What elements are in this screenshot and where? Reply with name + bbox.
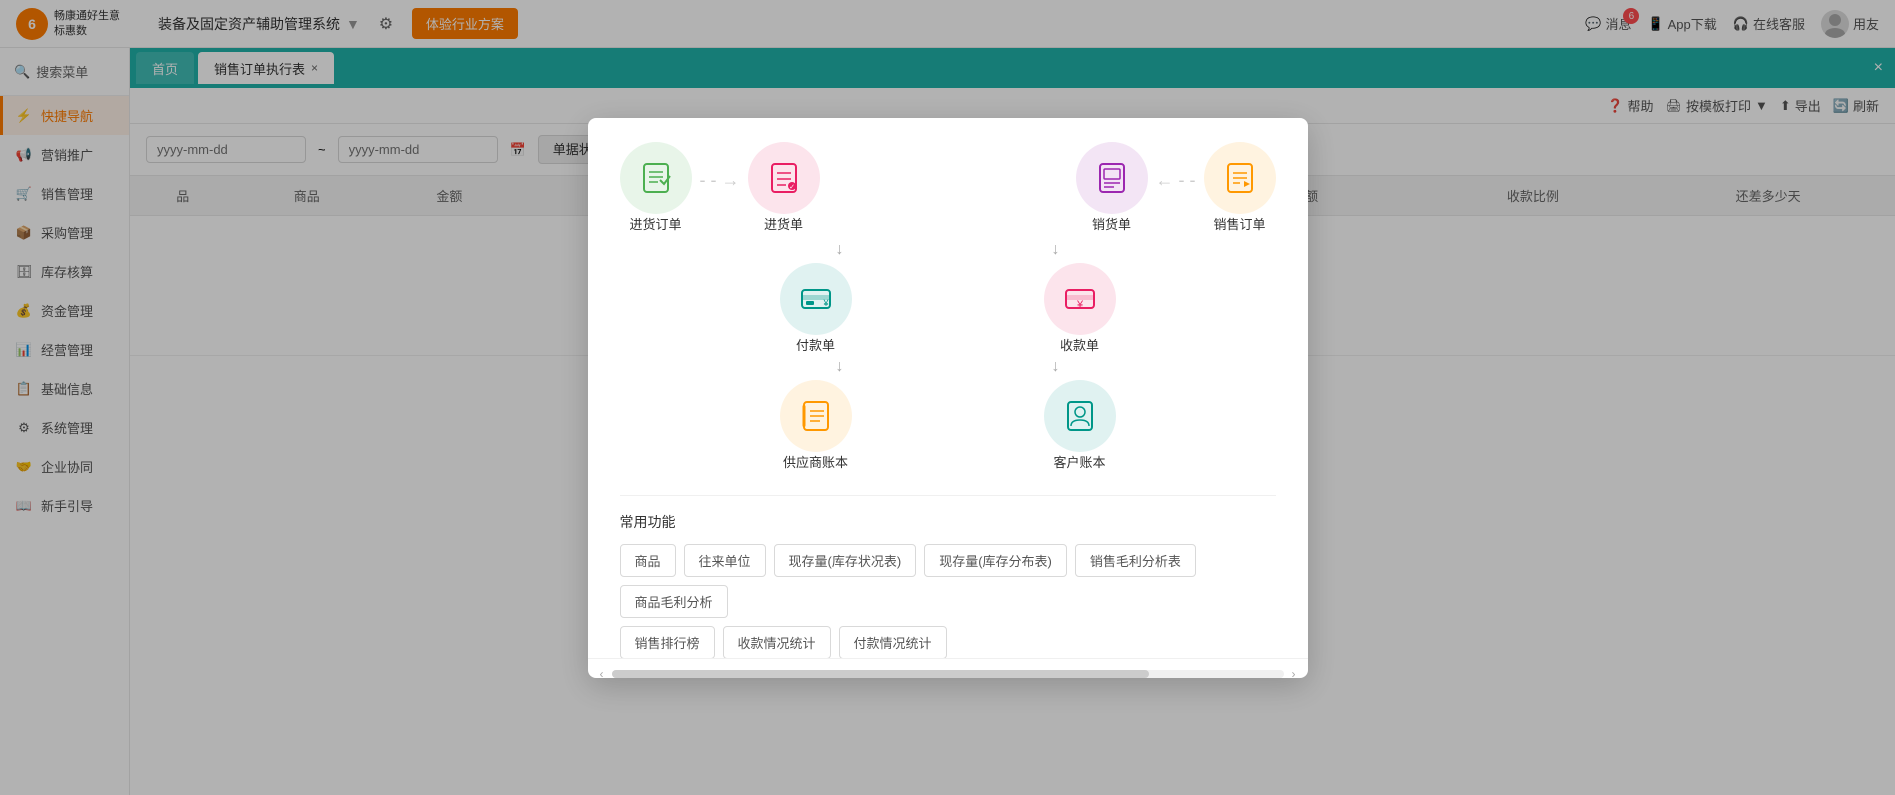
scroll-left-arrow[interactable]: ‹ (600, 667, 604, 678)
supplier-ledger-circle (780, 380, 852, 452)
btn-sales-ranking[interactable]: 销售排行榜 (620, 626, 715, 658)
flow-col-payment: ¥ 付款单 (780, 263, 852, 354)
scroll-track (612, 670, 1284, 678)
flow-col-receipt: ¥ 收款单 (1044, 263, 1116, 354)
arrow-down-4: ↓ (996, 358, 1116, 376)
btn-product-profit[interactable]: 商品毛利分析 (620, 585, 728, 618)
sales-invoice-label: 销货单 (1092, 214, 1131, 233)
flow-col-1: 进货订单 (620, 142, 692, 233)
arrow-2: ← - - (1148, 142, 1204, 191)
customer-ledger-label: 客户账本 (1053, 452, 1105, 471)
flow-col-2: ✓ 进货单 (748, 142, 820, 233)
receipt-label: 收款单 (1060, 335, 1099, 354)
btn-payment-stats[interactable]: 付款情况统计 (839, 626, 947, 658)
arrow-down-2: ↓ (996, 241, 1116, 259)
arrow-down-3: ↓ (780, 358, 900, 376)
payment-circle: ¥ (780, 263, 852, 335)
flow-section: 进货订单 - - → ✓ 进货单 (620, 142, 1276, 471)
purchase-order-circle (620, 142, 692, 214)
sales-order-label: 销售订单 (1213, 214, 1265, 233)
btn-stock-status[interactable]: 现存量(库存状况表) (774, 544, 917, 577)
customer-ledger-circle (1044, 380, 1116, 452)
sales-invoice-circle (1076, 142, 1148, 214)
btn-receipt-stats[interactable]: 收款情况统计 (723, 626, 831, 658)
scroll-thumb (612, 670, 1150, 678)
sales-order-circle (1204, 142, 1276, 214)
payment-label: 付款单 (796, 335, 835, 354)
common-btns-row2: 销售排行榜 收款情况统计 付款情况统计 (620, 626, 1276, 658)
svg-text:✓: ✓ (789, 184, 795, 191)
svg-text:¥: ¥ (822, 298, 829, 308)
supplier-ledger-label: 供应商账本 (783, 452, 848, 471)
flow-col-supplier: 供应商账本 (780, 380, 852, 471)
purchase-order-label: 进货订单 (629, 214, 681, 233)
btn-product[interactable]: 商品 (620, 544, 676, 577)
modal-scrollbar[interactable]: ‹ › (588, 658, 1308, 678)
common-functions-title: 常用功能 (620, 512, 1276, 532)
btn-sales-profit[interactable]: 销售毛利分析表 (1075, 544, 1196, 577)
modal-overlay[interactable]: 进货订单 - - → ✓ 进货单 (0, 0, 1895, 795)
receipt-circle: ¥ (1044, 263, 1116, 335)
common-btns-row1: 商品 往来单位 现存量(库存状况表) 现存量(库存分布表) 销售毛利分析表 商品… (620, 544, 1276, 618)
flow-col-3: 销货单 (1076, 142, 1148, 233)
btn-stock-dist[interactable]: 现存量(库存分布表) (924, 544, 1067, 577)
svg-text:¥: ¥ (1075, 299, 1083, 311)
arrow-down-1: ↓ (780, 241, 900, 259)
common-section: 常用功能 商品 往来单位 现存量(库存状况表) 现存量(库存分布表) 销售毛利分… (620, 495, 1276, 658)
purchase-invoice-label: 进货单 (764, 214, 803, 233)
flow-modal: 进货订单 - - → ✓ 进货单 (588, 118, 1308, 678)
scroll-right-arrow[interactable]: › (1292, 667, 1296, 678)
flow-col-customer: 客户账本 (1044, 380, 1116, 471)
arrow-1: - - → (692, 142, 748, 191)
btn-counterparty[interactable]: 往来单位 (684, 544, 766, 577)
modal-body: 进货订单 - - → ✓ 进货单 (588, 118, 1308, 658)
flow-col-4: 销售订单 (1204, 142, 1276, 233)
purchase-invoice-circle: ✓ (748, 142, 820, 214)
